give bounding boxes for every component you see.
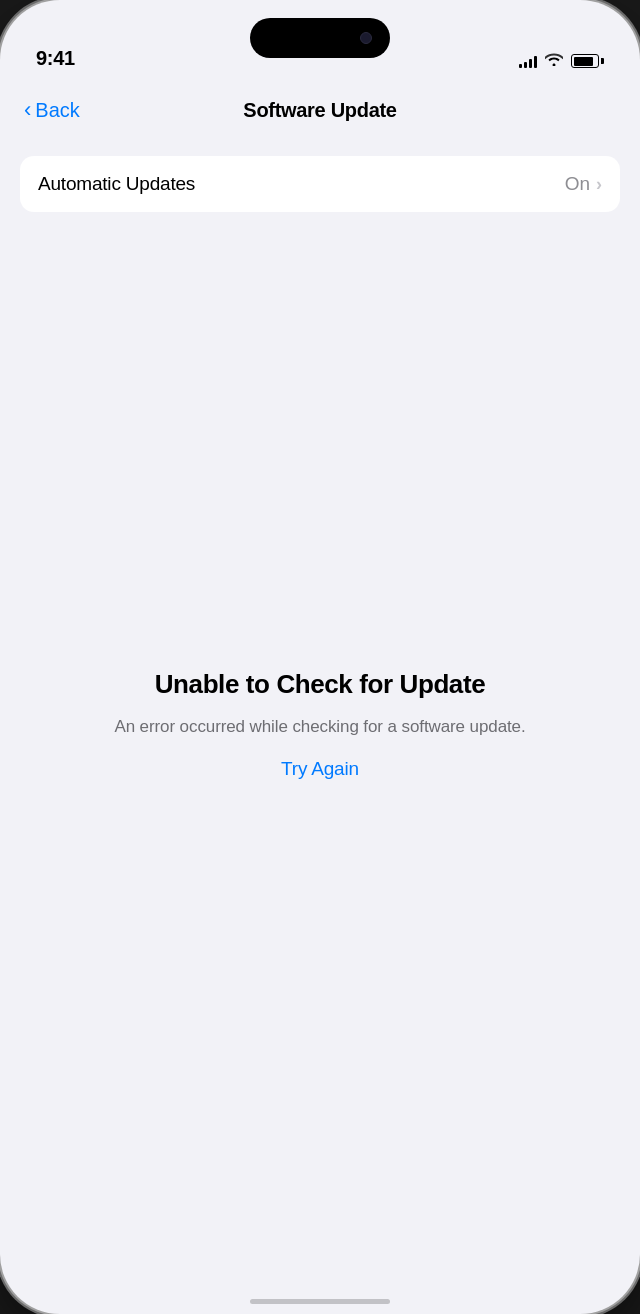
- automatic-updates-label: Automatic Updates: [38, 173, 195, 195]
- error-title: Unable to Check for Update: [155, 669, 486, 700]
- phone-frame: 9:41: [0, 0, 640, 1314]
- automatic-updates-row[interactable]: Automatic Updates On ›: [20, 156, 620, 212]
- error-container: Unable to Check for Update An error occu…: [0, 669, 640, 780]
- home-indicator: [250, 1299, 390, 1304]
- error-message: An error occurred while checking for a s…: [114, 714, 525, 740]
- back-chevron-icon: ‹: [24, 97, 31, 123]
- wifi-icon: [545, 52, 563, 70]
- front-camera: [360, 32, 372, 44]
- automatic-updates-chevron-icon: ›: [596, 174, 602, 195]
- back-label: Back: [35, 99, 79, 122]
- status-time: 9:41: [36, 47, 75, 70]
- status-icons: [519, 52, 604, 70]
- back-button[interactable]: ‹ Back: [24, 98, 80, 123]
- try-again-button[interactable]: Try Again: [281, 757, 359, 779]
- dynamic-island: [250, 18, 390, 58]
- automatic-updates-right: On ›: [565, 173, 602, 195]
- automatic-updates-section: Automatic Updates On ›: [20, 156, 620, 212]
- navigation-bar: ‹ Back Software Update: [0, 80, 640, 140]
- automatic-updates-value: On: [565, 173, 590, 195]
- page-title: Software Update: [243, 99, 396, 122]
- battery-icon: [571, 54, 604, 68]
- content-area: Automatic Updates On › Unable to Check f…: [0, 140, 640, 1264]
- signal-icon: [519, 54, 537, 68]
